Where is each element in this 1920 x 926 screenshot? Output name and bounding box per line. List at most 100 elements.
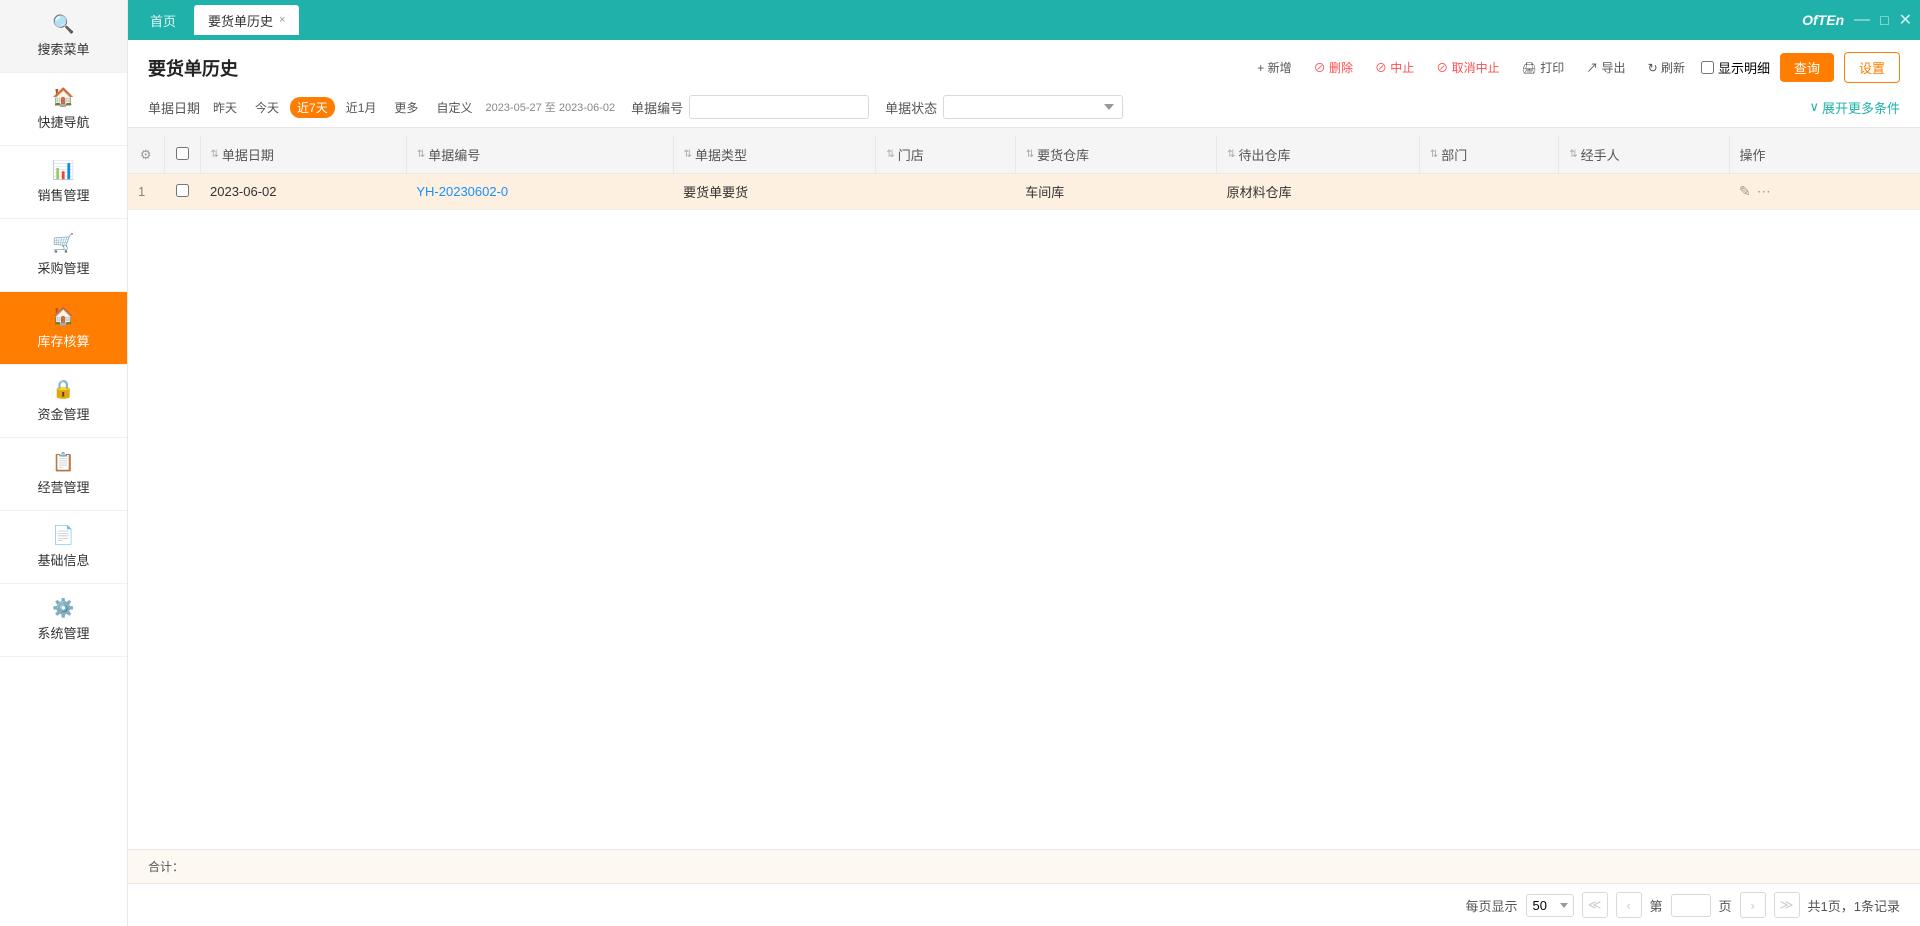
show-detail-checkbox[interactable] (1701, 61, 1714, 74)
date-btn-today[interactable]: 今天 (248, 97, 286, 118)
sidebar: 🔍 搜索菜单 🏠 快捷导航 📊 销售管理 🛒采购管理🏠库存核算🔒资金管理📋经营管理📄基础信息… (0, 0, 128, 926)
expand-more-label: 展开更多条件 (1822, 98, 1900, 117)
sidebar-item-inventory[interactable]: 🏠库存核算 (0, 292, 127, 365)
expand-chevron-icon: ∨ (1809, 99, 1819, 115)
sidebar-item-sales[interactable]: 📊 销售管理 (0, 146, 127, 219)
date-filter-label: 单据日期 (148, 98, 200, 117)
select-all-checkbox[interactable] (176, 147, 189, 160)
page-header: 要货单历史 + 新增 ⊘ 删除 ⊘ 中止 ⊘ 取消中止 🖨 打印 ↗ 导出 ↻ … (128, 40, 1920, 128)
tab-requisition-history[interactable]: 要货单历史× (194, 5, 299, 35)
footer: 合计： (128, 849, 1920, 883)
th-pending_warehouse[interactable]: ⇅待出仓库 (1217, 136, 1420, 174)
per-page-select[interactable]: 102050100 (1526, 894, 1574, 917)
export-button[interactable]: ↗ 导出 (1580, 55, 1631, 80)
page-title-row: 要货单历史 + 新增 ⊘ 删除 ⊘ 中止 ⊘ 取消中止 🖨 打印 ↗ 导出 ↻ … (148, 52, 1900, 83)
tab-close-icon[interactable]: × (279, 14, 285, 26)
sort-icon-pending_warehouse: ⇅ (1227, 149, 1235, 160)
cancel-stop-button[interactable]: ⊘ 取消中止 (1430, 55, 1505, 80)
sidebar-item-finance[interactable]: 🔒资金管理 (0, 365, 127, 438)
th-doc_date[interactable]: ⇅单据日期 (200, 136, 406, 174)
th-action: 操作 (1729, 136, 1920, 174)
settings-col-icon[interactable]: ⚙ (140, 147, 152, 162)
date-btn-custom[interactable]: 自定义 (429, 97, 479, 118)
brand-label: OfTEn (1802, 12, 1844, 28)
sidebar-item-label: 销售管理 (37, 185, 89, 204)
sidebar-item-basic-info[interactable]: 📄基础信息 (0, 511, 127, 584)
sidebar-item-label: 库存核算 (37, 331, 89, 350)
row-num: 1 (128, 174, 164, 210)
page-prev-btn[interactable]: ‹ (1616, 892, 1642, 918)
window-min-btn[interactable]: — (1854, 11, 1870, 29)
tab-bar-right: OfTEn — □ ✕ (1802, 10, 1912, 30)
date-filter-buttons: 昨天今天近7天近1月更多自定义 (206, 97, 479, 118)
stop-button[interactable]: ⊘ 中止 (1369, 55, 1420, 80)
th-label-action: 操作 (1740, 145, 1766, 164)
date-btn-yesterday[interactable]: 昨天 (206, 97, 244, 118)
page-unit: 页 (1719, 896, 1732, 915)
sidebar-item-operations[interactable]: 📋经营管理 (0, 438, 127, 511)
delete-button[interactable]: ⊘ 删除 (1308, 55, 1359, 80)
page-next-btn[interactable]: › (1740, 892, 1766, 918)
th-handler[interactable]: ⇅经手人 (1559, 136, 1729, 174)
row-pending-warehouse: 原材料仓库 (1217, 174, 1420, 210)
th-label-req_warehouse: 要货仓库 (1037, 145, 1089, 164)
page-number-input[interactable]: 1 (1671, 894, 1711, 917)
content-area: 要货单历史 + 新增 ⊘ 删除 ⊘ 中止 ⊘ 取消中止 🖨 打印 ↗ 导出 ↻ … (128, 40, 1920, 926)
date-btn-last7days[interactable]: 近7天 (290, 97, 335, 118)
status-select[interactable] (943, 95, 1123, 119)
status-label: 单据状态 (885, 98, 937, 117)
page-last-btn[interactable]: ≫ (1774, 892, 1800, 918)
sidebar-item-quick-nav[interactable]: 🏠 快捷导航 (0, 73, 127, 146)
sidebar-item-purchase[interactable]: 🛒采购管理 (0, 219, 127, 292)
date-filter-group: 单据日期 昨天今天近7天近1月更多自定义 2023-05-27 至 2023-0… (148, 97, 615, 118)
sort-icon-store: ⇅ (886, 149, 894, 160)
settings-button[interactable]: 设置 (1844, 52, 1900, 83)
table-row: 12023-06-02YH-20230602-0要货单要货车间库原材料仓库 ✎ … (128, 174, 1920, 210)
row-doc-number: YH-20230602-0 (406, 174, 673, 210)
date-btn-last1month[interactable]: 近1月 (339, 97, 384, 118)
th-req_warehouse[interactable]: ⇅要货仓库 (1015, 136, 1216, 174)
footer-total-label: 合计： (148, 858, 184, 875)
refresh-button[interactable]: ↻ 刷新 (1642, 55, 1691, 80)
sidebar-item-label: 采购管理 (37, 258, 89, 277)
show-detail-wrapper: 显示明细 (1701, 58, 1770, 77)
th-label-store: 门店 (898, 145, 924, 164)
sidebar-item-search-menu[interactable]: 🔍 搜索菜单 (0, 0, 127, 73)
quick-nav-icon: 🏠 (52, 87, 74, 108)
row-more-icon[interactable]: ⋯ (1757, 183, 1771, 200)
row-checkbox[interactable] (176, 184, 189, 197)
window-max-btn[interactable]: □ (1880, 12, 1888, 28)
row-edit-icon[interactable]: ✎ (1739, 183, 1751, 200)
doc-number-link[interactable]: YH-20230602-0 (416, 184, 508, 199)
tab-home[interactable]: 首页 (136, 5, 190, 35)
operations-icon: 📋 (52, 452, 74, 473)
th-doc_type[interactable]: ⇅单据类型 (673, 136, 876, 174)
th-store[interactable]: ⇅ 门店 (876, 136, 1015, 174)
th-checkbox (164, 136, 200, 174)
page-first-btn[interactable]: ≪ (1582, 892, 1608, 918)
th-label-doc_number: 单据编号 (428, 145, 480, 164)
expand-more-btn[interactable]: ∨ 展开更多条件 (1809, 98, 1900, 117)
sort-icon-department: ⇅ (1430, 149, 1438, 160)
system-icon: ⚙️ (52, 598, 74, 619)
row-req-warehouse: 车间库 (1015, 174, 1216, 210)
sidebar-item-system[interactable]: ⚙️ 系统管理 (0, 584, 127, 657)
sort-icon-doc_type: ⇅ (684, 149, 692, 160)
doc-number-input[interactable] (689, 95, 869, 119)
sidebar-item-label: 搜索菜单 (37, 39, 89, 58)
add-button[interactable]: + 新增 (1251, 55, 1297, 80)
date-btn-more[interactable]: 更多 (387, 97, 425, 118)
row-store (876, 174, 1015, 210)
th-label-doc_type: 单据类型 (695, 145, 747, 164)
th-doc_number[interactable]: ⇅单据编号 (406, 136, 673, 174)
search-menu-icon: 🔍 (52, 14, 74, 35)
window-close-btn[interactable]: ✕ (1899, 10, 1912, 30)
sales-icon: 📊 (52, 160, 74, 181)
print-button[interactable]: 🖨 打印 (1516, 55, 1571, 80)
sidebar-item-label: 快捷导航 (37, 112, 89, 131)
query-button[interactable]: 查询 (1780, 53, 1834, 82)
sidebar-item-label: 系统管理 (37, 623, 89, 642)
page-label: 第 (1650, 896, 1663, 915)
th-department[interactable]: ⇅部门 (1419, 136, 1558, 174)
doc-number-filter-group: 单据编号 (631, 95, 869, 119)
